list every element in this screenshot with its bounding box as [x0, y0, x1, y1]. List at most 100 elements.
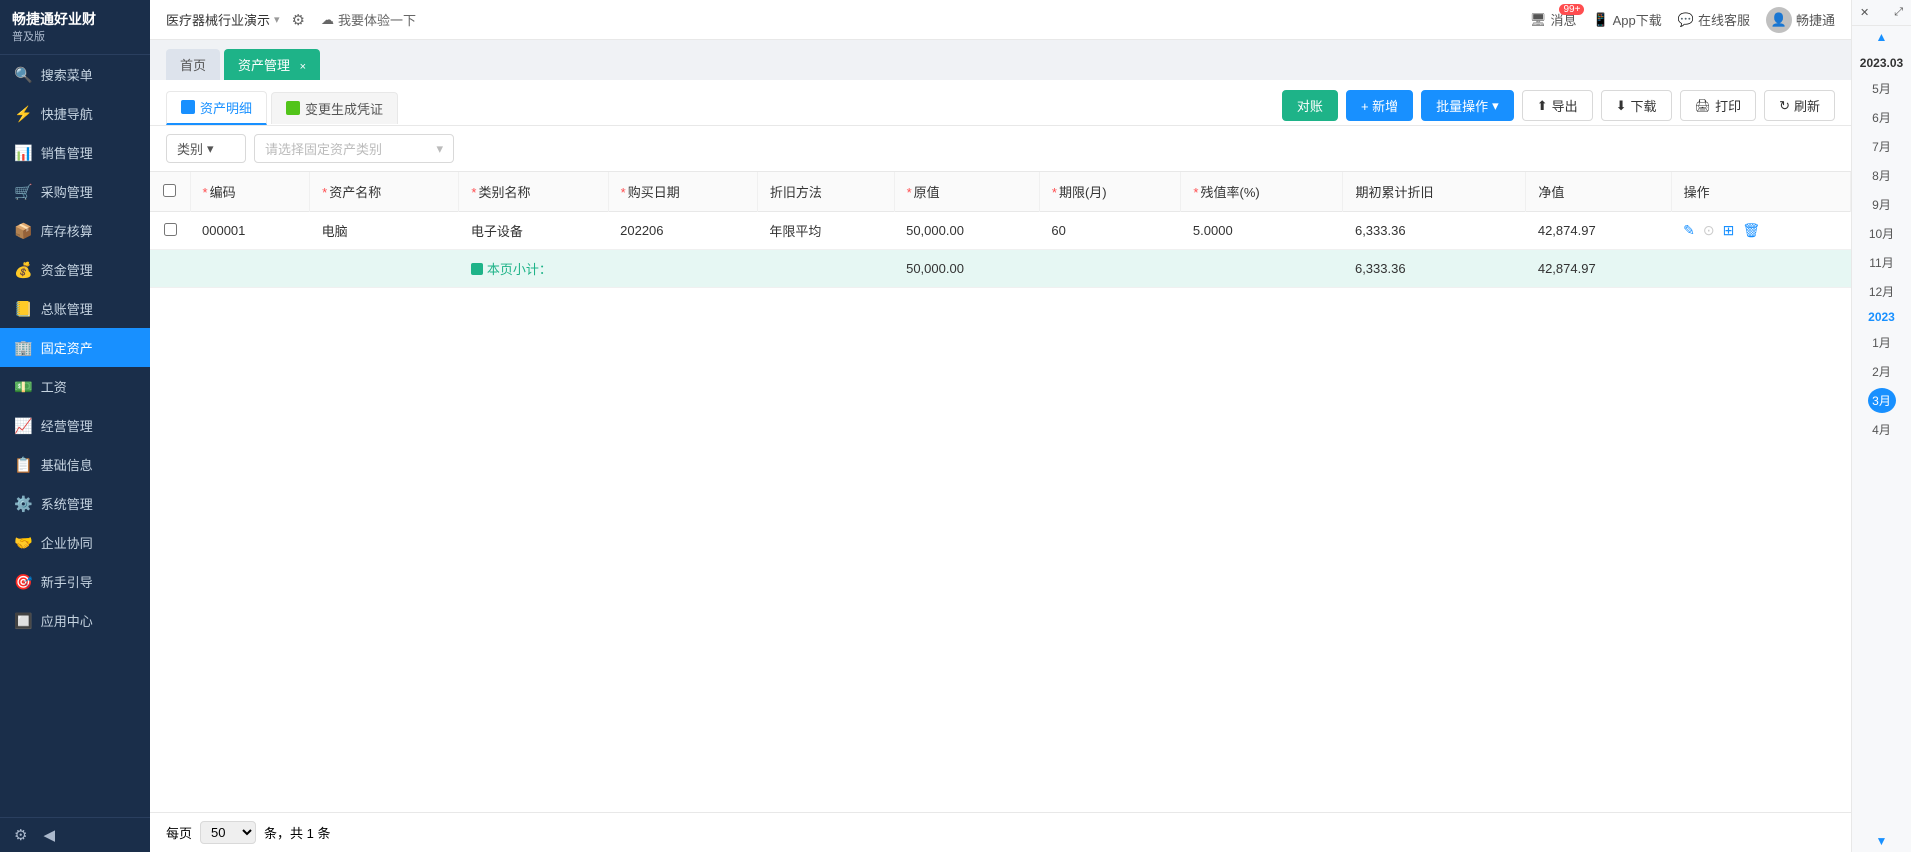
- app-download-button[interactable]: 📱 App下载: [1592, 10, 1661, 29]
- month-item[interactable]: 5月: [1852, 74, 1911, 103]
- sidebar-label-capital: 资金管理: [41, 260, 93, 279]
- month-item[interactable]: 8月: [1852, 161, 1911, 190]
- topbar-right: 🖥 消息 99+ 📱 App下载 💬 在线客服 👤 畅捷通: [1530, 7, 1835, 33]
- sidebar-item-enterprise[interactable]: 🤝企业协同: [0, 523, 150, 562]
- month-item[interactable]: 10月: [1852, 219, 1911, 248]
- row-checkbox-cell: [150, 212, 190, 250]
- filter-placeholder: 请选择固定资产类别: [265, 139, 382, 158]
- sidebar-icon-system: ⚙️: [14, 495, 33, 513]
- refresh-button[interactable]: ↻ 刷新: [1764, 90, 1835, 121]
- category-value-select[interactable]: 请选择固定资产类别 ▾: [254, 134, 454, 163]
- col-net-value: 净值: [1526, 172, 1671, 212]
- month-item[interactable]: 4月: [1852, 415, 1911, 444]
- month-item[interactable]: 6月: [1852, 103, 1911, 132]
- sidebar-item-base[interactable]: 📋基础信息: [0, 445, 150, 484]
- sidebar-icon-inventory: 📦: [14, 222, 33, 240]
- sidebar-item-capital[interactable]: 💰资金管理: [0, 250, 150, 289]
- col-purchase-date: *购买日期: [608, 172, 757, 212]
- pagination: 每页 50 20 100 条，共 1 条: [150, 812, 1851, 852]
- delete-icon[interactable]: 🗑: [1742, 222, 1760, 239]
- sidebar-item-payroll[interactable]: 💵工资: [0, 367, 150, 406]
- cell-category: 电子设备: [459, 212, 608, 250]
- company-selector[interactable]: 医疗器械行业演示 ▾: [166, 10, 280, 29]
- col-residual-rate: *残值率(%): [1181, 172, 1343, 212]
- download-button[interactable]: ⬇ 下载: [1601, 90, 1672, 121]
- settings-icon[interactable]: ⚙: [14, 826, 27, 844]
- cell-ops: ✎ ⊙ ⊞ 🗑: [1671, 212, 1850, 250]
- month-item[interactable]: 9月: [1852, 190, 1911, 219]
- month-item[interactable]: 2月: [1852, 357, 1911, 386]
- print-label: 打印: [1715, 96, 1741, 115]
- content-area: 资产明细 变更生成凭证 对账 + 新增 批量操作 ▾ ⬆ 导出 ⬇: [150, 80, 1851, 852]
- tab-asset-mgmt[interactable]: 资产管理 ×: [224, 49, 320, 80]
- sidebar-icon-search: 🔍: [14, 66, 33, 84]
- copy-icon[interactable]: ⊙: [1703, 222, 1715, 239]
- sidebar-item-app-center[interactable]: 🔲应用中心: [0, 601, 150, 640]
- new-button[interactable]: + 新增: [1346, 90, 1413, 121]
- company-settings-icon[interactable]: ⚙: [292, 11, 305, 29]
- cell-code: 000001: [190, 212, 310, 250]
- asset-table: *编码 *资产名称 *类别名称 *购买日期 折旧方法 *原值 *期限(月) *残…: [150, 172, 1851, 288]
- trial-button[interactable]: ☁ 我要体验一下: [321, 10, 416, 29]
- category-type-select[interactable]: 类别 ▾: [166, 134, 246, 163]
- sidebar-item-search[interactable]: 🔍搜索菜单: [0, 55, 150, 94]
- select-all-checkbox[interactable]: [163, 184, 176, 197]
- inner-tab-voucher-gen[interactable]: 变更生成凭证: [271, 92, 398, 124]
- collapse-icon[interactable]: ◀: [43, 826, 55, 844]
- sidebar-item-purchase[interactable]: 🛒采购管理: [0, 172, 150, 211]
- right-panel-up-arrow[interactable]: ▲: [1872, 26, 1892, 48]
- sidebar-item-ledger[interactable]: 📒总账管理: [0, 289, 150, 328]
- sidebar-item-system[interactable]: ⚙️系统管理: [0, 484, 150, 523]
- sidebar-item-inventory[interactable]: 📦库存核算: [0, 211, 150, 250]
- sidebar-item-guide[interactable]: 🎯新手引导: [0, 562, 150, 601]
- trial-icon: ☁: [321, 12, 334, 28]
- sidebar-item-quick-nav[interactable]: ⚡快捷导航: [0, 94, 150, 133]
- print-button[interactable]: 🖨 打印: [1680, 90, 1757, 121]
- right-panel-down-arrow[interactable]: ▼: [1872, 830, 1892, 852]
- export-button[interactable]: ⬆ 导出: [1522, 90, 1593, 121]
- sidebar-icon-base: 📋: [14, 456, 33, 474]
- reconcile-button[interactable]: 对账: [1282, 90, 1338, 121]
- right-panel-expand-icon[interactable]: ⤢: [1894, 6, 1903, 19]
- row-checkbox[interactable]: [164, 223, 177, 236]
- online-service-label: 在线客服: [1698, 10, 1750, 29]
- per-page-select[interactable]: 50 20 100: [200, 821, 256, 844]
- table-body: 000001 电脑 电子设备 202206 年限平均 50,000.00 60 …: [150, 212, 1851, 288]
- cell-initial-accu-depreciation: 6,333.36: [1343, 212, 1526, 250]
- month-item[interactable]: 7月: [1852, 132, 1911, 161]
- sidebar-icon-enterprise: 🤝: [14, 534, 33, 552]
- col-code: *编码: [190, 172, 310, 212]
- notifications-button[interactable]: 🖥 消息 99+: [1530, 10, 1577, 29]
- tab-asset-close-icon[interactable]: ×: [300, 61, 306, 73]
- ops-group: ✎ ⊙ ⊞ 🗑: [1683, 222, 1838, 239]
- user-menu[interactable]: 👤 畅捷通: [1766, 7, 1835, 33]
- online-service-button[interactable]: 💬 在线客服: [1678, 10, 1750, 29]
- right-panel-close-icon[interactable]: ✕: [1860, 6, 1869, 19]
- subtotal-ops: [1671, 250, 1850, 288]
- inner-tab-asset-detail[interactable]: 资产明细: [166, 91, 267, 125]
- sidebar-item-sales[interactable]: 📊销售管理: [0, 133, 150, 172]
- month-item[interactable]: 11月: [1852, 248, 1911, 277]
- sidebar-item-ops[interactable]: 📈经营管理: [0, 406, 150, 445]
- sidebar-label-ops: 经营管理: [41, 416, 93, 435]
- sidebar-label-sales: 销售管理: [41, 143, 93, 162]
- cell-period: 60: [1039, 212, 1181, 250]
- cell-net-value: 42,874.97: [1526, 212, 1671, 250]
- main-area: 医疗器械行业演示 ▾ ⚙ ☁ 我要体验一下 🖥 消息 99+ 📱 App下载 💬…: [150, 0, 1851, 852]
- batch-ops-label: 批量操作: [1436, 96, 1488, 115]
- table-row: 000001 电脑 电子设备 202206 年限平均 50,000.00 60 …: [150, 212, 1851, 250]
- cell-purchase-date: 202206: [608, 212, 757, 250]
- month-item[interactable]: 12月: [1852, 277, 1911, 306]
- subtotal-row: 本页小计： 50,000.00 6,333.36 42,874.97: [150, 250, 1851, 288]
- avatar: 👤: [1766, 7, 1792, 33]
- month-item[interactable]: 1月: [1852, 328, 1911, 357]
- col-initial-accu-depreciation: 期初累计折旧: [1343, 172, 1526, 212]
- batch-ops-button[interactable]: 批量操作 ▾: [1421, 90, 1514, 121]
- edit-icon[interactable]: ✎: [1683, 222, 1695, 239]
- cell-depreciation-method: 年限平均: [757, 212, 894, 250]
- tab-home[interactable]: 首页: [166, 49, 220, 80]
- transfer-icon[interactable]: ⊞: [1723, 222, 1735, 239]
- month-item[interactable]: 3月: [1868, 388, 1896, 413]
- sidebar-item-fixed-asset[interactable]: 🏢固定资产: [0, 328, 150, 367]
- subtotal-accu-depreciation: 6,333.36: [1343, 250, 1526, 288]
